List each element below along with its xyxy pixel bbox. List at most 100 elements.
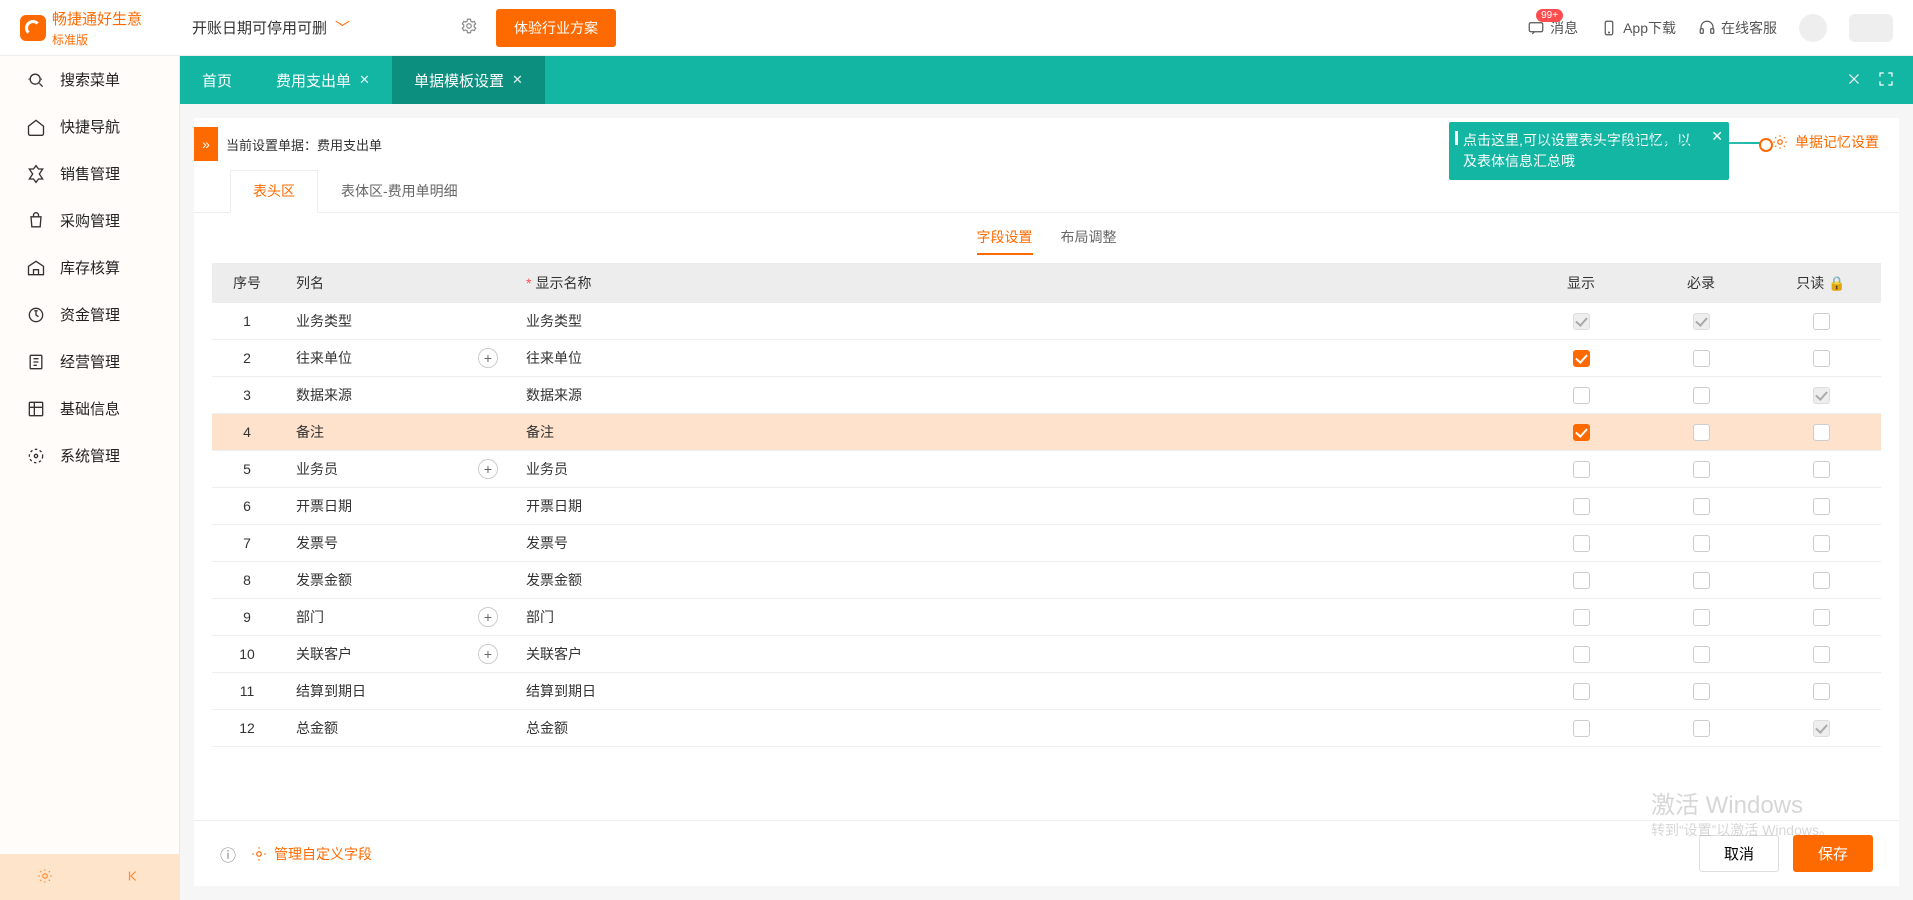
cancel-button[interactable]: 取消 bbox=[1699, 835, 1779, 872]
checkbox[interactable] bbox=[1813, 313, 1830, 330]
checkbox[interactable] bbox=[1693, 350, 1710, 367]
checkbox[interactable] bbox=[1573, 572, 1590, 589]
checkbox[interactable] bbox=[1813, 609, 1830, 626]
manage-custom-fields-link[interactable]: 管理自定义字段 bbox=[250, 844, 372, 864]
sidebar-item-5[interactable]: 资金管理 bbox=[0, 291, 179, 338]
checkbox[interactable] bbox=[1693, 387, 1710, 404]
app-download-link[interactable]: App下载 bbox=[1600, 18, 1676, 38]
table-row[interactable]: 1业务类型 业务类型 bbox=[212, 303, 1881, 340]
save-button[interactable]: 保存 bbox=[1793, 835, 1873, 872]
cell-display[interactable]: 发票金额 bbox=[512, 562, 1521, 599]
sidebar-item-0[interactable]: 搜索菜单 bbox=[0, 56, 179, 103]
cell-display[interactable]: 数据来源 bbox=[512, 377, 1521, 414]
cell-display[interactable]: 关联客户 bbox=[512, 636, 1521, 673]
checkbox[interactable] bbox=[1693, 609, 1710, 626]
checkbox[interactable] bbox=[1693, 720, 1710, 737]
checkbox[interactable] bbox=[1693, 683, 1710, 700]
subtab-0[interactable]: 字段设置 bbox=[977, 227, 1033, 255]
checkbox[interactable] bbox=[1693, 498, 1710, 515]
tip-tooltip: 点击这里,可以设置表头字段记忆，以及表体信息汇总哦 ✕ bbox=[1449, 122, 1729, 180]
sidebar-item-3[interactable]: 采购管理 bbox=[0, 197, 179, 244]
experience-button[interactable]: 体验行业方案 bbox=[496, 9, 616, 47]
checkbox[interactable] bbox=[1573, 683, 1590, 700]
cell-display[interactable]: 往来单位 bbox=[512, 340, 1521, 377]
checkbox[interactable] bbox=[1813, 646, 1830, 663]
avatar[interactable] bbox=[1799, 14, 1827, 42]
sidebar-settings-icon[interactable] bbox=[36, 867, 54, 888]
sidebar-item-4[interactable]: 库存核算 bbox=[0, 244, 179, 291]
add-icon[interactable]: + bbox=[478, 348, 498, 368]
sidebar-item-1[interactable]: 快捷导航 bbox=[0, 103, 179, 150]
memory-settings-link[interactable]: 单据记忆设置 bbox=[1771, 132, 1879, 152]
checkbox[interactable] bbox=[1813, 350, 1830, 367]
tab-0[interactable]: 首页 bbox=[180, 56, 254, 104]
help-icon[interactable]: ⓘ bbox=[220, 842, 236, 866]
checkbox[interactable] bbox=[1693, 424, 1710, 441]
checkbox[interactable] bbox=[1573, 646, 1590, 663]
cell-display[interactable]: 发票号 bbox=[512, 525, 1521, 562]
sidebar-collapse-icon[interactable] bbox=[125, 867, 143, 888]
customer-service-link[interactable]: 在线客服 bbox=[1698, 18, 1777, 38]
checkbox[interactable] bbox=[1813, 424, 1830, 441]
messages-link[interactable]: 99+ 消息 bbox=[1527, 18, 1578, 38]
settings-icon[interactable] bbox=[460, 17, 478, 38]
checkbox[interactable] bbox=[1813, 498, 1830, 515]
checkbox[interactable] bbox=[1693, 646, 1710, 663]
sidebar-item-7[interactable]: 基础信息 bbox=[0, 385, 179, 432]
table-row[interactable]: 6开票日期 开票日期 bbox=[212, 488, 1881, 525]
add-icon[interactable]: + bbox=[478, 644, 498, 664]
checkbox[interactable] bbox=[1573, 350, 1590, 367]
tab-close-icon[interactable]: ✕ bbox=[359, 72, 370, 88]
cell-display[interactable]: 业务员 bbox=[512, 451, 1521, 488]
table-row[interactable]: 11结算到期日 结算到期日 bbox=[212, 673, 1881, 710]
tab-label: 费用支出单 bbox=[276, 70, 351, 91]
cell-display[interactable]: 备注 bbox=[512, 414, 1521, 451]
sidebar-item-8[interactable]: 系统管理 bbox=[0, 432, 179, 479]
table-row[interactable]: 12总金额 总金额 bbox=[212, 710, 1881, 747]
checkbox[interactable] bbox=[1573, 609, 1590, 626]
checkbox[interactable] bbox=[1813, 535, 1830, 552]
table-row[interactable]: 3数据来源 数据来源 bbox=[212, 377, 1881, 414]
tab-close-icon[interactable]: ✕ bbox=[512, 72, 523, 88]
org-avatar[interactable] bbox=[1849, 14, 1893, 42]
sidebar-item-2[interactable]: 销售管理 bbox=[0, 150, 179, 197]
panel: » 当前设置单据：费用支出单 点击这里,可以设置表头字段记忆，以及表体信息汇总哦… bbox=[194, 118, 1899, 886]
checkbox[interactable] bbox=[1813, 461, 1830, 478]
checkbox[interactable] bbox=[1573, 498, 1590, 515]
add-icon[interactable]: + bbox=[478, 607, 498, 627]
checkbox[interactable] bbox=[1573, 461, 1590, 478]
checkbox[interactable] bbox=[1813, 683, 1830, 700]
region-tab-1[interactable]: 表体区-费用单明细 bbox=[318, 170, 481, 212]
sidebar-item-6[interactable]: 经营管理 bbox=[0, 338, 179, 385]
table-row[interactable]: 7发票号 发票号 bbox=[212, 525, 1881, 562]
region-tab-0[interactable]: 表头区 bbox=[230, 170, 318, 213]
table-row[interactable]: 5业务员 +业务员 bbox=[212, 451, 1881, 488]
checkbox[interactable] bbox=[1573, 535, 1590, 552]
tab-2[interactable]: 单据模板设置✕ bbox=[392, 56, 545, 104]
cell-display[interactable]: 结算到期日 bbox=[512, 673, 1521, 710]
subtab-1[interactable]: 布局调整 bbox=[1061, 227, 1117, 255]
checkbox[interactable] bbox=[1573, 720, 1590, 737]
table-row[interactable]: 4备注 备注 bbox=[212, 414, 1881, 451]
panel-expand-handle[interactable]: » bbox=[194, 127, 218, 161]
cell-display[interactable]: 开票日期 bbox=[512, 488, 1521, 525]
checkbox[interactable] bbox=[1693, 572, 1710, 589]
cell-display[interactable]: 部门 bbox=[512, 599, 1521, 636]
checkbox[interactable] bbox=[1693, 535, 1710, 552]
cell-name: 部门 + bbox=[282, 599, 512, 636]
cell-display[interactable]: 业务类型 bbox=[512, 303, 1521, 340]
checkbox[interactable] bbox=[1573, 424, 1590, 441]
tab-close-icon[interactable] bbox=[1845, 70, 1863, 91]
table-row[interactable]: 10关联客户 +关联客户 bbox=[212, 636, 1881, 673]
org-selector[interactable]: 开账日期可停用可删 ﹀ bbox=[192, 17, 452, 38]
checkbox[interactable] bbox=[1693, 461, 1710, 478]
add-icon[interactable]: + bbox=[478, 459, 498, 479]
checkbox[interactable] bbox=[1573, 387, 1590, 404]
table-row[interactable]: 9部门 +部门 bbox=[212, 599, 1881, 636]
fullscreen-icon[interactable] bbox=[1877, 70, 1895, 91]
table-row[interactable]: 8发票金额 发票金额 bbox=[212, 562, 1881, 599]
cell-display[interactable]: 总金额 bbox=[512, 710, 1521, 747]
tab-1[interactable]: 费用支出单 ✕ bbox=[254, 56, 392, 104]
table-row[interactable]: 2往来单位 +往来单位 bbox=[212, 340, 1881, 377]
checkbox[interactable] bbox=[1813, 572, 1830, 589]
